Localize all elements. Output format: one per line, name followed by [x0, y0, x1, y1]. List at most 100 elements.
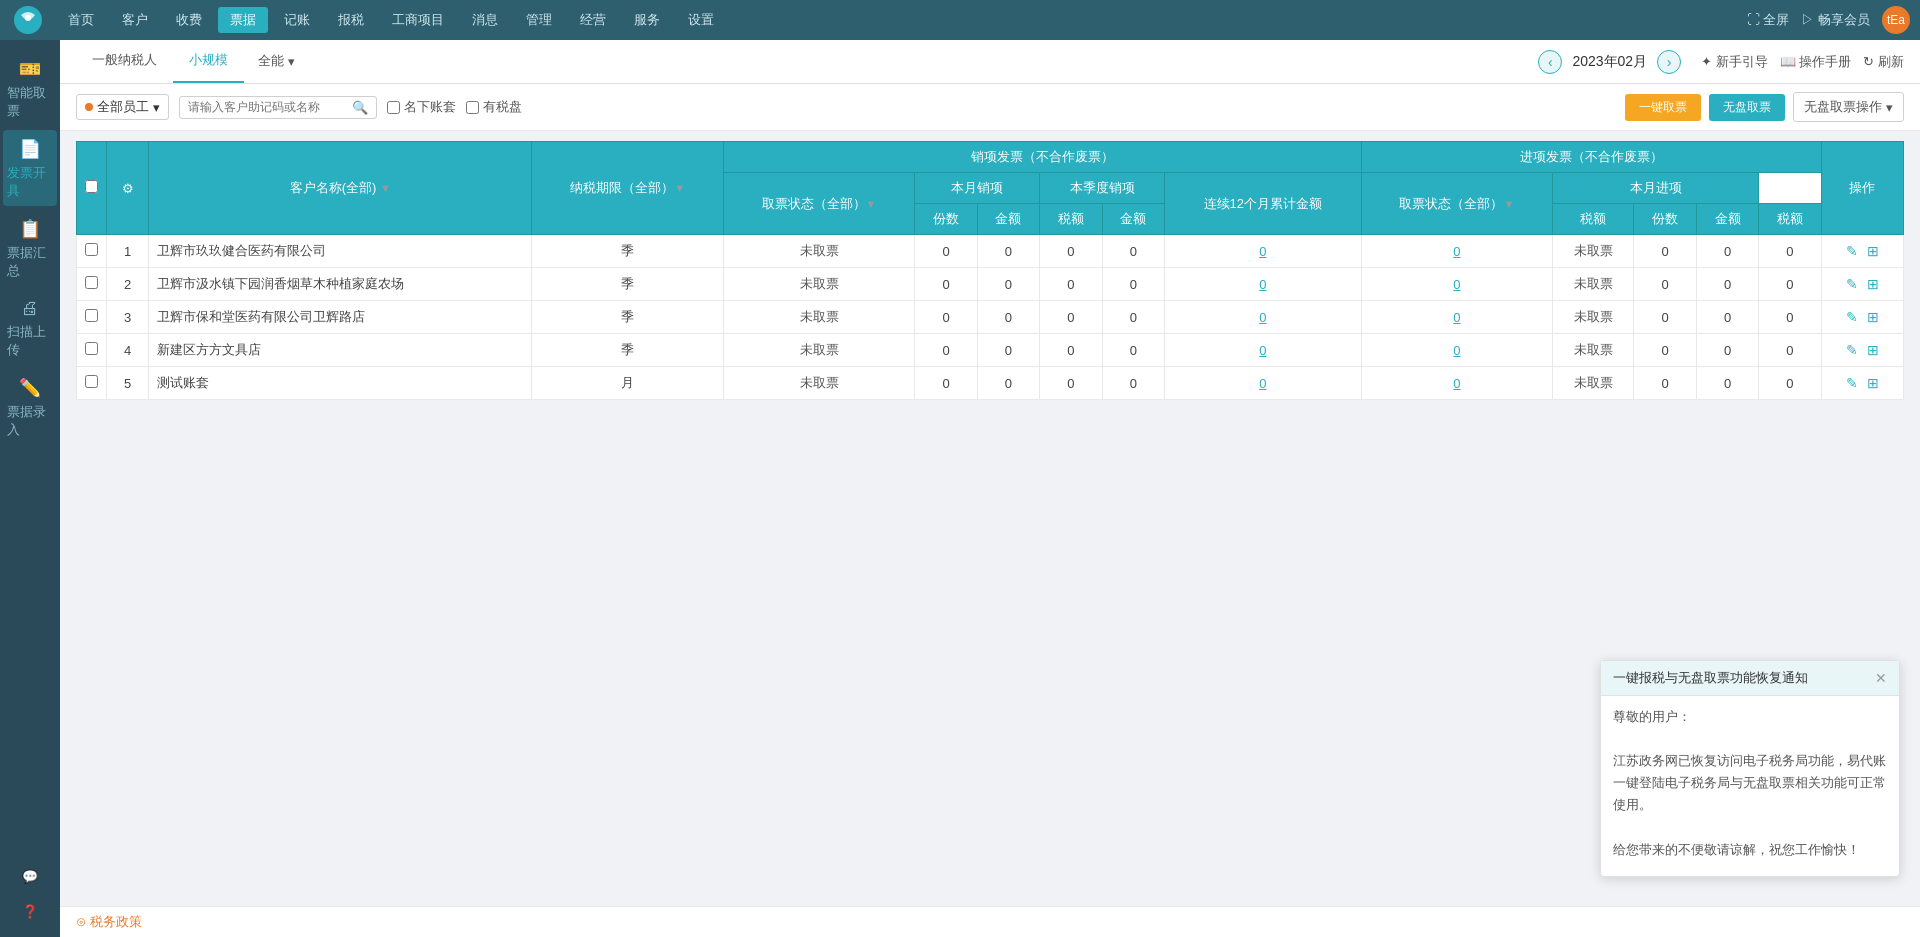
tax-disk-checkbox[interactable] — [466, 101, 479, 114]
bottom-bar: ⊙ 税务政策 — [60, 906, 1920, 937]
view-icon-0[interactable]: ⊞ — [1867, 243, 1879, 259]
checkbox-tax-disk[interactable]: 有税盘 — [466, 98, 522, 116]
tab-general-taxpayer[interactable]: 一般纳税人 — [76, 40, 173, 83]
member-btn[interactable]: ▷ 畅享会员 — [1801, 11, 1870, 29]
row-checkbox-3[interactable] — [85, 342, 98, 355]
edit-icon-2[interactable]: ✎ — [1846, 309, 1858, 325]
select-all-checkbox[interactable] — [85, 180, 98, 193]
row-checkbox-4[interactable] — [85, 375, 98, 388]
tab-full[interactable]: 全能 ▾ — [244, 40, 309, 83]
sidebar-chat-btn[interactable]: 💬 — [3, 861, 57, 892]
sidebar-item-summary[interactable]: 📋 票据汇总 — [3, 210, 57, 286]
sale-12month-link[interactable]: 0 — [1453, 277, 1460, 292]
employee-select[interactable]: 全部员工 ▾ — [76, 94, 169, 120]
notification-title: 一键报税与无盘取票功能恢复通知 — [1613, 669, 1808, 687]
sidebar-item-label: 票据汇总 — [7, 244, 53, 280]
nav-invoice[interactable]: 票据 — [218, 7, 268, 33]
row-sale-season-tax-cell: 0 — [1164, 367, 1361, 400]
view-icon-2[interactable]: ⊞ — [1867, 309, 1879, 325]
sale-12month-link[interactable]: 0 — [1453, 310, 1460, 325]
tax-period-filter-icon[interactable]: ▼ — [674, 182, 685, 194]
th-sale-12month: 连续12个月累计金额 — [1164, 173, 1361, 235]
new-guide-btn[interactable]: ✦ 新手引导 — [1701, 53, 1768, 71]
notification-greeting: 尊敬的用户： — [1613, 706, 1887, 728]
sidebar-item-label: 发票开具 — [7, 164, 53, 200]
sidebar-item-entry[interactable]: ✏️ 票据录入 — [3, 369, 57, 445]
fullscreen-btn[interactable]: ⛶ 全屏 — [1747, 11, 1790, 29]
row-sale-12month-cell: 0 — [1361, 235, 1552, 268]
view-icon-3[interactable]: ⊞ — [1867, 342, 1879, 358]
row-checkbox-1[interactable] — [85, 276, 98, 289]
nav-manage[interactable]: 管理 — [514, 7, 564, 33]
nav-operation[interactable]: 经营 — [568, 7, 618, 33]
row-checkbox-0[interactable] — [85, 243, 98, 256]
tab-small-scale[interactable]: 小规模 — [173, 40, 244, 83]
sale-12month-link[interactable]: 0 — [1453, 244, 1460, 259]
nav-tax[interactable]: 报税 — [326, 7, 376, 33]
edit-icon-0[interactable]: ✎ — [1846, 243, 1858, 259]
my-accounts-checkbox[interactable] — [387, 101, 400, 114]
th-sale-status: 取票状态（全部）▼ — [723, 173, 914, 235]
search-icon[interactable]: 🔍 — [352, 100, 368, 115]
sale-season-tax-link[interactable]: 0 — [1259, 310, 1266, 325]
nav-customer[interactable]: 客户 — [110, 7, 160, 33]
nav-settings[interactable]: 设置 — [676, 7, 726, 33]
nav-service[interactable]: 服务 — [622, 7, 672, 33]
nav-fee[interactable]: 收费 — [164, 7, 214, 33]
sidebar-help-btn[interactable]: ❓ — [3, 896, 57, 927]
checkbox-my-accounts[interactable]: 名下账套 — [387, 98, 456, 116]
toolbar-right: 一键取票 无盘取票 无盘取票操作 ▾ — [1625, 92, 1904, 122]
th-tax-period: 纳税期限（全部）▼ — [532, 142, 723, 235]
tax-policy-link[interactable]: ⊙ 税务政策 — [76, 913, 142, 931]
row-income-month-amount-cell: 0 — [1696, 334, 1758, 367]
sale-season-tax-link[interactable]: 0 — [1259, 277, 1266, 292]
th-customer-name: 客户名称(全部) ▼ — [149, 142, 532, 235]
income-status-filter-icon[interactable]: ▼ — [1503, 198, 1514, 210]
row-index-cell: 1 — [107, 235, 149, 268]
sidebar-item-invoice-open[interactable]: 📄 发票开具 — [3, 130, 57, 206]
sale-12month-link[interactable]: 0 — [1453, 343, 1460, 358]
row-income-month-amount-cell: 0 — [1696, 301, 1758, 334]
row-sale-month-count-cell: 0 — [915, 367, 977, 400]
row-sale-status-cell: 未取票 — [723, 301, 914, 334]
view-icon-1[interactable]: ⊞ — [1867, 276, 1879, 292]
edit-icon-1[interactable]: ✎ — [1846, 276, 1858, 292]
edit-icon-4[interactable]: ✎ — [1846, 375, 1858, 391]
sidebar-item-smart-ticket[interactable]: 🎫 智能取票 — [3, 50, 57, 126]
avatar[interactable]: tEa — [1882, 6, 1910, 34]
table-row: 5 测试账套 月 未取票 0 0 0 0 0 0 未取票 0 0 0 ✎ ⊞ — [77, 367, 1904, 400]
one-click-ticket-btn[interactable]: 一键取票 — [1625, 94, 1701, 121]
nav-business[interactable]: 工商项目 — [380, 7, 456, 33]
table-row: 4 新建区方方文具店 季 未取票 0 0 0 0 0 0 未取票 0 0 0 ✎… — [77, 334, 1904, 367]
notification-close-btn[interactable]: ✕ — [1875, 670, 1887, 686]
edit-icon-3[interactable]: ✎ — [1846, 342, 1858, 358]
sale-season-tax-link[interactable]: 0 — [1259, 343, 1266, 358]
row-income-month-tax-cell: 0 — [1759, 301, 1821, 334]
customer-filter-icon[interactable]: ▼ — [380, 182, 391, 194]
manual-btn[interactable]: 📖 操作手册 — [1780, 53, 1852, 71]
table-body: 1 卫辉市玖玖健合医药有限公司 季 未取票 0 0 0 0 0 0 未取票 0 … — [77, 235, 1904, 400]
sale-season-tax-link[interactable]: 0 — [1259, 376, 1266, 391]
sale-season-tax-link[interactable]: 0 — [1259, 244, 1266, 259]
row-income-month-count-cell: 0 — [1634, 334, 1696, 367]
view-icon-4[interactable]: ⊞ — [1867, 375, 1879, 391]
period-next-btn[interactable]: › — [1657, 50, 1681, 74]
period-prev-btn[interactable]: ‹ — [1538, 50, 1562, 74]
smart-ticket-icon: 🎫 — [19, 58, 41, 80]
row-sale-12month-cell: 0 — [1361, 334, 1552, 367]
sale-status-filter-icon[interactable]: ▼ — [866, 198, 877, 210]
tab-full-label: 全能 — [258, 52, 284, 70]
row-checkbox-2[interactable] — [85, 309, 98, 322]
search-input[interactable] — [188, 100, 348, 114]
diskless-ticket-btn[interactable]: 无盘取票 — [1709, 94, 1785, 121]
diskless-operation-btn[interactable]: 无盘取票操作 ▾ — [1793, 92, 1904, 122]
nav-message[interactable]: 消息 — [460, 7, 510, 33]
row-action-cell: ✎ ⊞ — [1821, 235, 1903, 268]
nav-bookkeeping[interactable]: 记账 — [272, 7, 322, 33]
row-sale-status-cell: 未取票 — [723, 367, 914, 400]
sidebar-item-scan[interactable]: 🖨 扫描上传 — [3, 290, 57, 365]
row-income-status-cell: 未取票 — [1553, 301, 1634, 334]
refresh-btn[interactable]: ↻ 刷新 — [1863, 53, 1904, 71]
nav-home[interactable]: 首页 — [56, 7, 106, 33]
sale-12month-link[interactable]: 0 — [1453, 376, 1460, 391]
